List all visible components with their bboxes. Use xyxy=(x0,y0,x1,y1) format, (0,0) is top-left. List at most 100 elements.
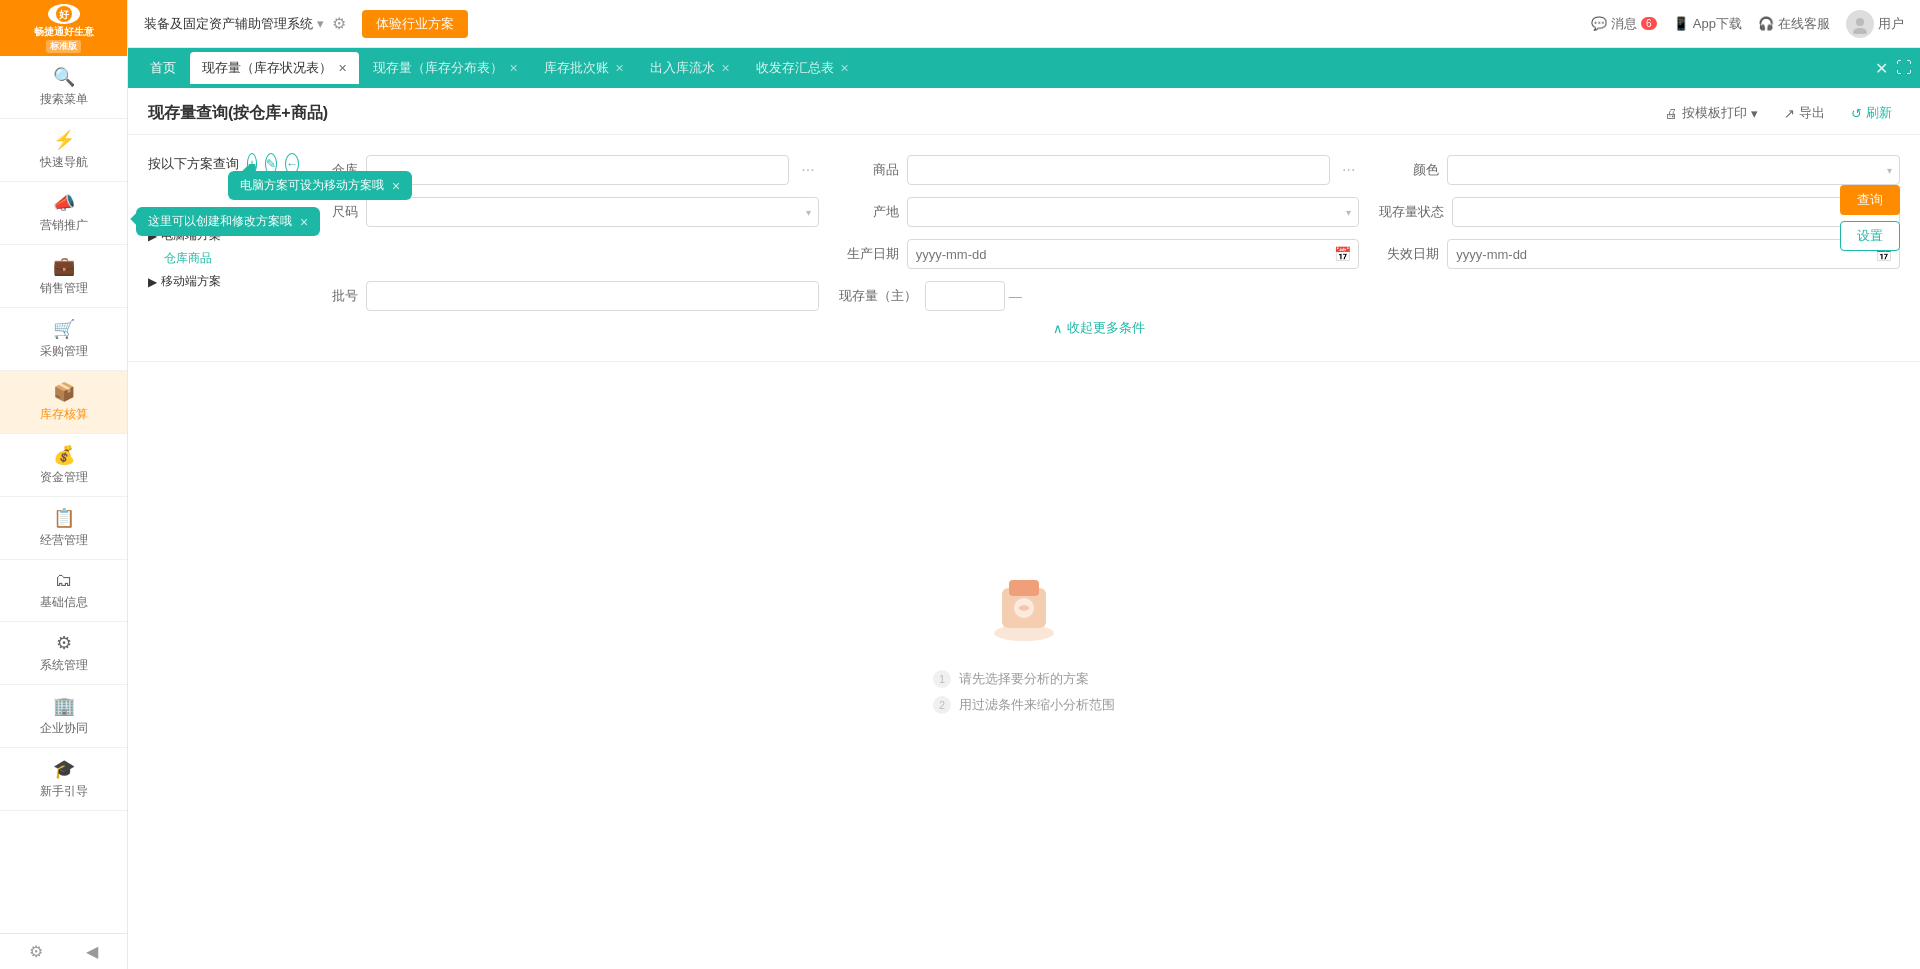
sidebar-item-finance[interactable]: 💰 资金管理 xyxy=(0,434,127,497)
page-title: 现存量查询(按仓库+商品) xyxy=(148,103,328,124)
tooltip-scheme1: 电脑方案可设为移动方案哦 × xyxy=(228,171,412,200)
system-name: 装备及固定资产辅助管理系统 xyxy=(144,15,313,33)
tabs-close-all-icon[interactable]: ✕ xyxy=(1875,59,1888,78)
sidebar-item-guide[interactable]: 🎓 新手引导 xyxy=(0,748,127,811)
tab-close-icon[interactable]: ✕ xyxy=(509,62,518,75)
batch-input[interactable] xyxy=(366,281,819,311)
goods-dots[interactable]: ··· xyxy=(1338,161,1359,179)
mfg-date-wrap: 📅 xyxy=(907,239,1360,269)
sidebar-item-quicknav[interactable]: ⚡ 快速导航 xyxy=(0,119,127,182)
tab-close-icon[interactable]: ✕ xyxy=(615,62,624,75)
sidebar-item-label: 销售管理 xyxy=(40,280,88,297)
sidebar-item-system[interactable]: ⚙ 系统管理 xyxy=(0,622,127,685)
stock-status-select[interactable] xyxy=(1452,197,1900,227)
message-btn[interactable]: 💬 消息 6 xyxy=(1591,15,1657,33)
empty-hint-1: 1 请先选择要分析的方案 xyxy=(933,670,1115,688)
stock-min-input[interactable] xyxy=(925,281,1005,311)
origin-select[interactable] xyxy=(907,197,1360,227)
top-header: 装备及固定资产辅助管理系统 ▾ ⚙ 体验行业方案 💬 消息 6 📱 App下载 … xyxy=(128,0,1920,48)
tab-inventory-status[interactable]: 现存量（库存状况表） ✕ xyxy=(190,52,359,84)
export-btn[interactable]: ↗ 导出 xyxy=(1776,100,1833,126)
sidebar-item-label: 资金管理 xyxy=(40,469,88,486)
goods-label: 商品 xyxy=(839,161,899,179)
warehouse-dots[interactable]: ··· xyxy=(797,161,818,179)
goods-input[interactable] xyxy=(907,155,1330,185)
industry-btn[interactable]: 体验行业方案 xyxy=(362,10,468,38)
settings-bottom-icon[interactable]: ⚙ xyxy=(29,942,43,961)
header-settings-icon[interactable]: ⚙ xyxy=(332,14,346,33)
tooltip1-close-icon[interactable]: × xyxy=(392,178,400,194)
sidebar-item-marketing[interactable]: 📣 营销推广 xyxy=(0,182,127,245)
support-label: 在线客服 xyxy=(1778,15,1830,33)
tab-close-icon[interactable]: ✕ xyxy=(840,62,849,75)
sidebar-item-enterprise[interactable]: 🏢 企业协同 xyxy=(0,685,127,748)
print-btn[interactable]: 🖨 按模板打印 ▾ xyxy=(1657,100,1766,126)
mobile-scheme-item[interactable]: ▶ 移动端方案 xyxy=(148,273,298,290)
sidebar-item-inventory[interactable]: 📦 库存核算 xyxy=(0,371,127,434)
sidebar-item-label: 企业协同 xyxy=(40,720,88,737)
tab-close-icon[interactable]: ✕ xyxy=(338,62,347,75)
tab-label: 收发存汇总表 xyxy=(756,59,834,77)
filter-mfg-date: 生产日期 📅 xyxy=(839,239,1360,269)
hint-text-2: 用过滤条件来缩小分析范围 xyxy=(959,696,1115,714)
collapse-filters-btn[interactable]: ∧ 收起更多条件 xyxy=(298,311,1900,337)
scheme-sub-item[interactable]: 仓库商品 xyxy=(164,248,298,269)
sidebar-item-sales[interactable]: 💼 销售管理 xyxy=(0,245,127,308)
tab-flow[interactable]: 出入库流水 ✕ xyxy=(638,52,742,84)
print-label: 按模板打印 xyxy=(1682,104,1747,122)
warehouse-input[interactable] xyxy=(366,155,789,185)
sidebar-item-search[interactable]: 🔍 搜索菜单 xyxy=(0,56,127,119)
size-select[interactable] xyxy=(366,197,819,227)
batch-label: 批号 xyxy=(298,287,358,305)
filter-stock-main: 现存量（主） — xyxy=(839,281,1360,311)
tab-home[interactable]: 首页 xyxy=(136,59,190,77)
search-icon: 🔍 xyxy=(53,66,75,88)
finance-icon: 💰 xyxy=(53,444,75,466)
mfg-date-label: 生产日期 xyxy=(839,245,899,263)
app-download-btn[interactable]: 📱 App下载 xyxy=(1673,15,1742,33)
logo-text: 畅捷通好生意 xyxy=(34,26,94,38)
mfg-date-input[interactable] xyxy=(907,239,1360,269)
page-actions: 🖨 按模板打印 ▾ ↗ 导出 ↺ 刷新 xyxy=(1657,100,1900,126)
exp-date-input[interactable] xyxy=(1447,239,1900,269)
filters-main: 仓库 ··· 商品 ··· 颜色 xyxy=(298,151,1900,337)
filter-stock-status: 现存量状态 ▾ xyxy=(1379,197,1900,227)
tooltip2-text: 这里可以创建和修改方案哦 xyxy=(148,213,292,230)
app-icon: 📱 xyxy=(1673,16,1689,31)
marketing-icon: 📣 xyxy=(53,192,75,214)
sidebar-bottom: ⚙ ◀ xyxy=(0,933,127,969)
mfg-date-calendar-icon[interactable]: 📅 xyxy=(1334,246,1351,262)
color-label: 颜色 xyxy=(1379,161,1439,179)
tab-batch[interactable]: 库存批次账 ✕ xyxy=(532,52,636,84)
filter-section-top: 按以下方案查询 + ✎ ← 电脑方案可设为移动方案哦 × xyxy=(148,151,1900,337)
tooltip2-close-icon[interactable]: × xyxy=(300,214,308,230)
sidebar-item-purchase[interactable]: 🛒 采购管理 xyxy=(0,308,127,371)
system-icon: ⚙ xyxy=(56,632,72,654)
system-dropdown-icon[interactable]: ▾ xyxy=(317,16,324,31)
guide-icon: 🎓 xyxy=(53,758,75,780)
query-btn[interactable]: 查询 xyxy=(1840,185,1900,215)
support-btn[interactable]: 🎧 在线客服 xyxy=(1758,15,1830,33)
tab-summary[interactable]: 收发存汇总表 ✕ xyxy=(744,52,861,84)
stock-status-label: 现存量状态 xyxy=(1379,203,1444,221)
tab-inventory-dist[interactable]: 现存量（库存分布表） ✕ xyxy=(361,52,530,84)
sidebar-item-label: 基础信息 xyxy=(40,594,88,611)
refresh-btn[interactable]: ↺ 刷新 xyxy=(1843,100,1900,126)
tabs-fullscreen-icon[interactable]: ⛶ xyxy=(1896,59,1912,78)
filter-size: 尺码 ▾ xyxy=(298,197,819,227)
sidebar-item-basic[interactable]: 🗂 基础信息 xyxy=(0,560,127,622)
tab-close-icon[interactable]: ✕ xyxy=(721,62,730,75)
support-icon: 🎧 xyxy=(1758,16,1774,31)
user-area[interactable]: 用户 xyxy=(1846,10,1904,38)
collapse-label: 收起更多条件 xyxy=(1067,319,1145,337)
collapse-chevron-icon: ∧ xyxy=(1053,321,1063,336)
collapse-sidebar-icon[interactable]: ◀ xyxy=(86,942,98,961)
reset-btn[interactable]: 设置 xyxy=(1840,221,1900,251)
sales-icon: 💼 xyxy=(53,255,75,277)
color-select[interactable] xyxy=(1447,155,1900,185)
sidebar-item-operation[interactable]: 📋 经营管理 xyxy=(0,497,127,560)
export-icon: ↗ xyxy=(1784,106,1795,121)
scheme-panel: 按以下方案查询 + ✎ ← 电脑方案可设为移动方案哦 × xyxy=(148,151,298,294)
operation-icon: 📋 xyxy=(53,507,75,529)
inventory-icon: 📦 xyxy=(53,381,75,403)
